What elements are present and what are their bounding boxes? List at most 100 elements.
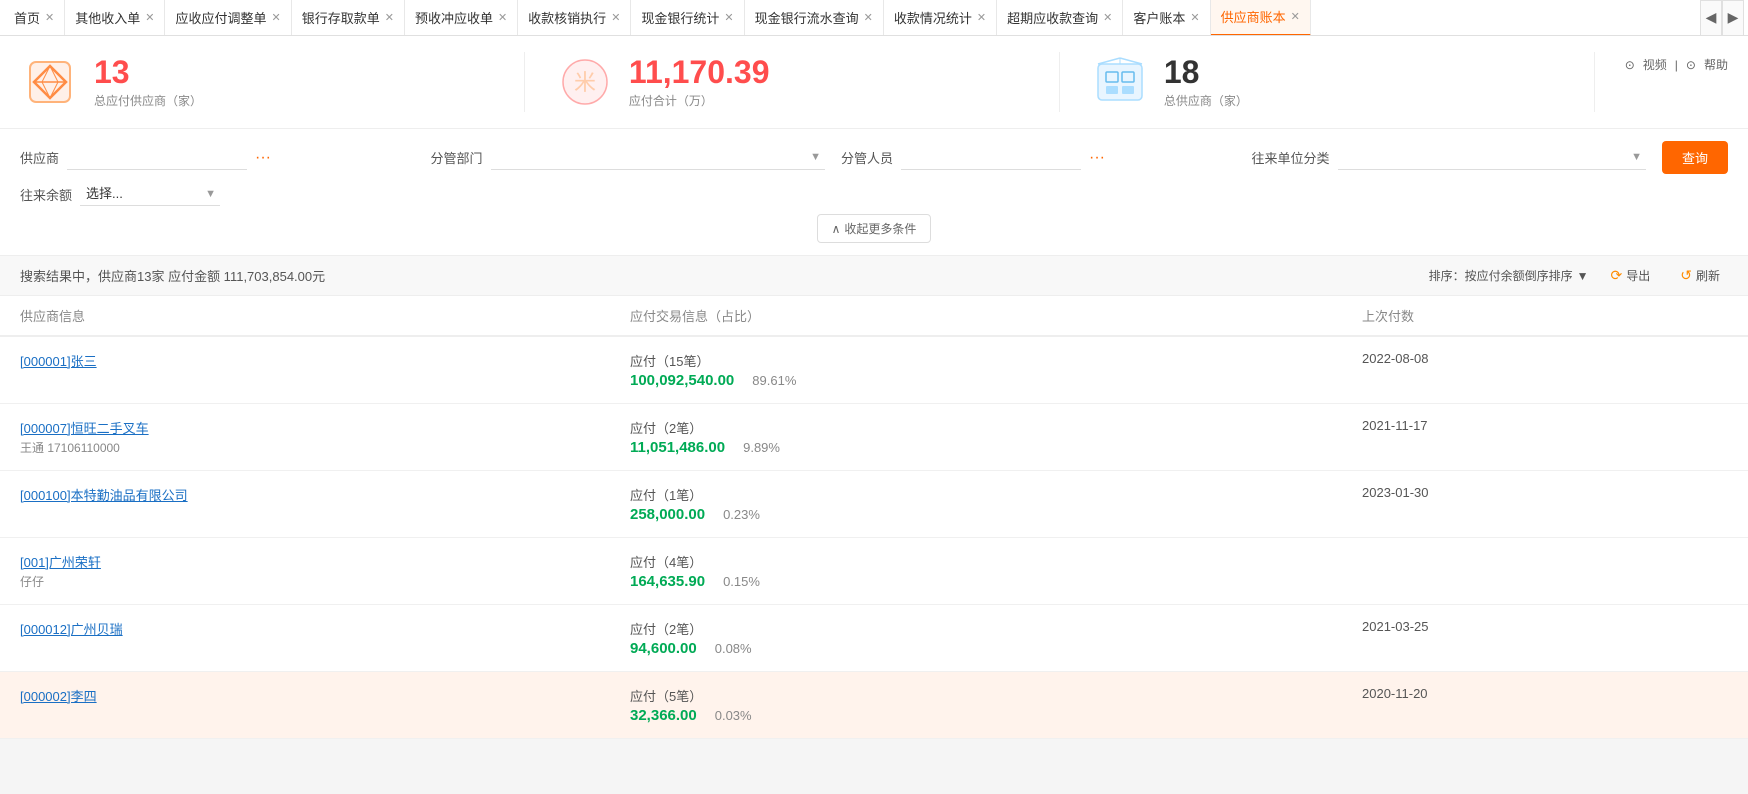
circle-icon: ⊙ [1625,58,1635,72]
collapse-button[interactable]: ∧ 收起更多条件 [817,214,932,243]
tx-amount-4: 94,600.00 [630,640,697,657]
filter-row-1: 供应商 ··· 分管部门 ▼ 分管人员 ··· 往来单位分类 [20,141,1728,174]
refresh-button[interactable]: ↺ 刷新 [1672,264,1728,287]
help-link[interactable]: 帮助 [1704,56,1728,73]
nav-tab-prepay-ar[interactable]: 预收冲应收单✕ [405,0,518,36]
tx-col-5: 应付（5笔）32,366.000.03% [630,686,1362,724]
nav-arrow-left[interactable]: ◀ [1700,0,1722,36]
lastpay-date-2: 2023-01-30 [1362,485,1429,500]
lastpay-date-4: 2021-03-25 [1362,619,1429,634]
supplier-link-5[interactable]: [000002]李四 [20,689,97,704]
close-tab-home[interactable]: ✕ [45,11,54,24]
supplier-input[interactable] [67,146,247,170]
search-button[interactable]: 查询 [1662,141,1728,174]
supplier-col-2: [000100]本特勤油品有限公司 [20,485,630,504]
table-header: 供应商信息 应付交易信息（占比） 上次付数 [0,296,1748,337]
supplier-link-3[interactable]: [001]广州荣轩 [20,555,101,570]
tx-col-0: 应付（15笔） 100,092,540.00 89.61% [630,351,1362,389]
tx-label-4: 应付（2笔） [630,619,1362,638]
table-row[interactable]: [000001]张三 应付（15笔） 100,092,540.00 89.61% 202… [0,337,1748,404]
video-link[interactable]: 视频 [1643,56,1667,73]
tx-percent-3: 0.15% [723,574,760,589]
close-tab-other-income[interactable]: ✕ [145,11,154,24]
close-tab-overdue-ar[interactable]: ✕ [1103,11,1112,24]
summary-content-2: 11,170.39 应付合计（万） [629,55,770,109]
tx-row-4: 94,600.00 0.08% [630,638,1362,657]
summary-bar: 13 总应付供应商（家） 米 11,170.39 应付合计（万） [0,36,1748,129]
data-table: 供应商信息 应付交易信息（占比） 上次付数 [000001]张三 应付（15笔） 1… [0,296,1748,739]
close-tab-bank-deposit[interactable]: ✕ [385,11,394,24]
export-label: 导出 [1626,267,1650,284]
top-navigation: 首页✕其他收入单✕应收应付调整单✕银行存取款单✕预收冲应收单✕收款核销执行✕现金… [0,0,1748,36]
filter-row-2: 往来余额 选择... ▼ [20,182,1728,206]
close-tab-ar-ap-adjust[interactable]: ✕ [271,11,280,24]
close-tab-collection-stat[interactable]: ✕ [977,11,986,24]
close-tab-cash-bank-stat[interactable]: ✕ [724,11,733,24]
tx-percent-1: 9.89% [743,440,780,455]
lastpay-date-0: 2022-08-08 [1362,351,1429,366]
balance-label: 往来余额 [20,185,72,204]
nav-tab-customer-ledger[interactable]: 客户账本✕ [1123,0,1210,36]
filter-item-category: 往来单位分类 ▼ [1252,146,1647,170]
supplier-link-4[interactable]: [000012]广州贝瑞 [20,622,123,637]
table-row[interactable]: [000002]李四应付（5笔）32,366.000.03%2020-11-20 [0,672,1748,739]
close-tab-collection-exec[interactable]: ✕ [611,11,620,24]
sort-label: 排序：按应付余额倒序排序 [1429,267,1573,284]
table-row[interactable]: [000012]广州贝瑞 应付（2笔） 94,600.00 0.08% 2021-03-… [0,605,1748,672]
tx-percent-4: 0.08% [715,641,752,656]
nav-tab-overdue-ar[interactable]: 超期应收款查询✕ [997,0,1123,36]
nav-tab-cash-bank-query[interactable]: 现金银行流水查询✕ [745,0,884,36]
supplier-link-0[interactable]: [000001]张三 [20,354,97,369]
summary-content-3: 18 总供应商（家） [1164,55,1248,109]
table-row[interactable]: [000007]恒旺二手叉车王通 17106110000应付（2笔）11,051… [0,404,1748,471]
nav-arrow-right[interactable]: ▶ [1722,0,1744,36]
table-row[interactable]: [000100]本特勤油品有限公司应付（1笔）258,000.000.23%20… [0,471,1748,538]
tx-col-4: 应付（2笔） 94,600.00 0.08% [630,619,1362,657]
dept-select[interactable] [491,146,825,169]
close-tab-supplier-ledger[interactable]: ✕ [1291,10,1300,23]
supplier-link-1[interactable]: [000007]恒旺二手叉车 [20,421,149,436]
tx-label-3: 应付（4笔） [630,552,1362,571]
nav-tab-home[interactable]: 首页✕ [4,0,65,36]
tx-percent-0: 89.61% [752,373,796,388]
category-select[interactable] [1338,146,1646,169]
balance-dropdown-icon: ▼ [205,188,216,200]
top-links: ⊙ 视频 | ⊙ 帮助 [1625,52,1728,73]
supplier-label: 供应商 [20,148,59,167]
nav-tab-ar-ap-adjust[interactable]: 应收应付调整单✕ [165,0,291,36]
supplier-link-2[interactable]: [000100]本特勤油品有限公司 [20,488,188,503]
supplier-dots-icon[interactable]: ··· [255,149,271,167]
nav-tab-supplier-ledger[interactable]: 供应商账本✕ [1211,0,1311,36]
total-suppliers-label: 总供应商（家） [1164,92,1248,109]
tx-label-0: 应付（15笔） [630,351,1362,370]
close-tab-prepay-ar[interactable]: ✕ [498,11,507,24]
nav-tab-cash-bank-stat[interactable]: 现金银行统计✕ [631,0,744,36]
export-button[interactable]: ⟳ 导出 [1603,264,1659,287]
table-row[interactable]: [001]广州荣轩仔仔应付（4笔）164,635.900.15% [0,538,1748,605]
person-dots-icon[interactable]: ··· [1089,149,1105,167]
supplier-col-1: [000007]恒旺二手叉车王通 17106110000 [20,418,630,456]
dept-dropdown-icon: ▼ [810,151,821,163]
nav-tab-other-income[interactable]: 其他收入单✕ [65,0,165,36]
nav-tab-collection-stat[interactable]: 收款情况统计✕ [884,0,997,36]
person-input[interactable] [901,146,1081,170]
nav-tab-collection-exec[interactable]: 收款核销执行✕ [518,0,631,36]
close-tab-customer-ledger[interactable]: ✕ [1190,11,1199,24]
tx-row-5: 32,366.000.03% [630,705,1362,724]
balance-select[interactable]: 选择... [80,182,220,205]
person-label: 分管人员 [841,148,893,167]
payable-suppliers-value: 13 [94,55,202,90]
tx-row-2: 258,000.000.23% [630,504,1362,523]
close-tab-cash-bank-query[interactable]: ✕ [864,11,873,24]
sort-selector[interactable]: 排序：按应付余额倒序排序 ▼ [1429,267,1589,284]
tx-amount-0: 100,092,540.00 [630,372,734,389]
total-suppliers-icon [1090,52,1150,112]
export-icon: ⟳ [1611,267,1623,284]
collapse-label: 收起更多条件 [844,220,916,237]
summary-card-payable-suppliers: 13 总应付供应商（家） [20,52,525,112]
supplier-col-5: [000002]李四 [20,686,630,705]
tx-col-1: 应付（2笔）11,051,486.009.89% [630,418,1362,456]
summary-card-payable-total: 米 11,170.39 应付合计（万） [555,52,1060,112]
nav-tab-bank-deposit[interactable]: 银行存取款单✕ [292,0,405,36]
payable-suppliers-label: 总应付供应商（家） [94,92,202,109]
